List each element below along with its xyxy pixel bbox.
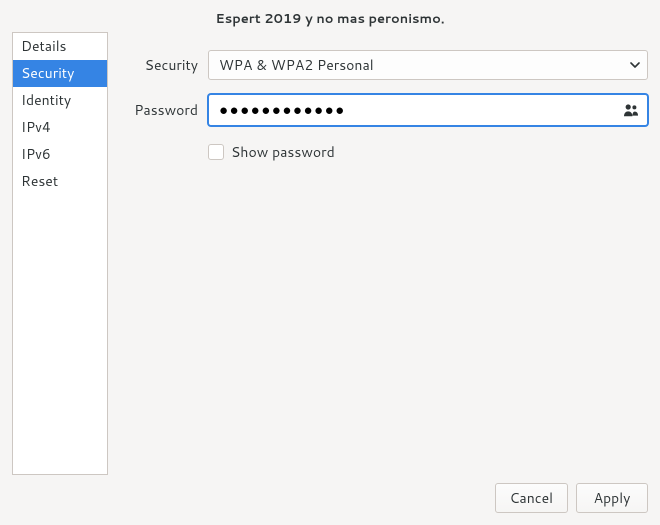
apply-button[interactable]: Apply [576,483,648,513]
wifi-settings-dialog: Espert 2019 y no mas peronismo. Details … [0,0,660,525]
users-icon[interactable] [623,103,639,117]
password-row: Password ●●●●●●●●●●●● [120,94,648,126]
sidebar-item-details[interactable]: Details [13,33,107,60]
sidebar-item-label: IPv6 [21,144,51,164]
show-password-checkbox[interactable] [208,144,224,160]
window-title: Espert 2019 y no mas peronismo. [12,10,648,32]
sidebar-item-ipv4[interactable]: IPv4 [13,114,107,141]
sidebar-item-security[interactable]: Security [13,60,107,87]
settings-sidebar: Details Security Identity IPv4 IPv6 Rese… [12,32,108,475]
password-value-masked: ●●●●●●●●●●●● [219,102,346,119]
security-type-label: Security [120,55,208,75]
sidebar-item-label: Identity [21,90,71,110]
sidebar-item-label: IPv4 [21,117,51,137]
security-type-row: Security WPA & WPA2 Personal [120,50,648,80]
password-label: Password [120,100,208,120]
sidebar-item-label: Details [21,36,67,56]
cancel-button[interactable]: Cancel [495,483,569,513]
show-password-row: Show password [120,140,648,162]
security-type-dropdown[interactable]: WPA & WPA2 Personal [208,50,648,80]
security-type-value: WPA & WPA2 Personal [219,55,374,75]
password-input[interactable]: ●●●●●●●●●●●● [208,94,648,126]
chevron-down-icon [629,59,641,71]
sidebar-item-ipv6[interactable]: IPv6 [13,141,107,168]
security-panel: Security WPA & WPA2 Personal Password ●●… [120,32,648,475]
show-password-label: Show password [231,142,335,162]
sidebar-item-label: Reset [21,171,58,191]
sidebar-item-identity[interactable]: Identity [13,87,107,114]
sidebar-item-reset[interactable]: Reset [13,168,107,195]
sidebar-item-label: Security [21,63,74,83]
dialog-footer: Cancel Apply [12,475,648,513]
dialog-body: Details Security Identity IPv4 IPv6 Rese… [12,32,648,475]
